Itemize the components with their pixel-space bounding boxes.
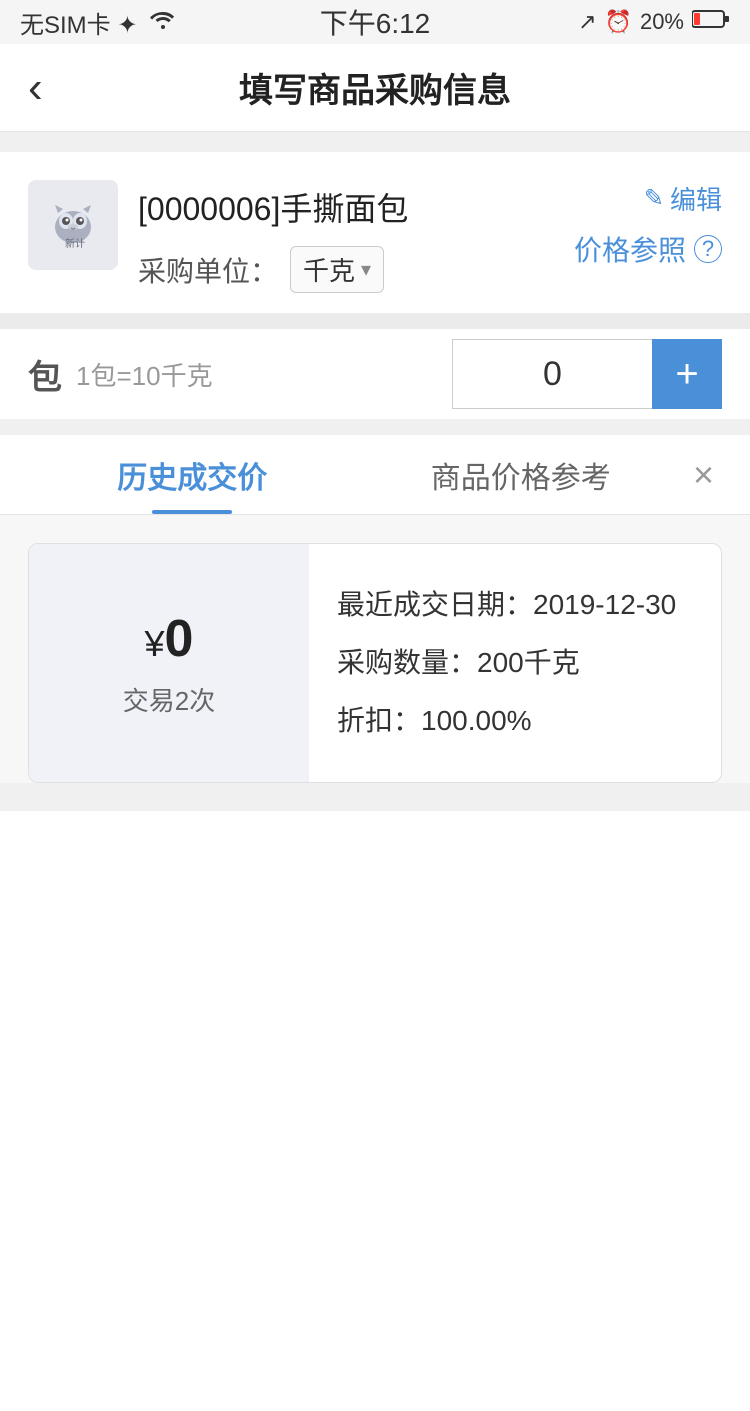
history-price: ¥0 xyxy=(145,609,194,669)
tabs-panel: 历史成交价 商品价格参考 × ¥0 交易2次 最近成交日期：2019-12-30… xyxy=(0,435,750,783)
svg-text:新计: 新计 xyxy=(65,237,85,250)
product-unit-row: 采购单位： 千克 ▾ xyxy=(138,246,408,293)
history-card: ¥0 交易2次 最近成交日期：2019-12-30 采购数量：200千克 折扣：… xyxy=(28,543,722,783)
status-bar: 无SIM卡 ✦ 下午6:12 ↗ ⏰ 20% xyxy=(0,0,750,44)
dropdown-arrow-icon: ▾ xyxy=(361,257,371,282)
help-icon: ? xyxy=(694,235,722,263)
trade-count: 交易2次 xyxy=(123,681,215,718)
quantity-row: 包 1包=10千克 0 + xyxy=(0,329,750,419)
quantity-label: 包 1包=10千克 xyxy=(28,350,452,399)
product-name: [0000006]手撕面包 xyxy=(138,184,408,230)
alarm-icon: ⏰ xyxy=(605,9,632,35)
history-card-right: 最近成交日期：2019-12-30 采购数量：200千克 折扣：100.00% xyxy=(309,544,721,782)
page-title: 填写商品采购信息 xyxy=(239,63,511,112)
product-left: 新计 [0000006]手撕面包 采购单位： 千克 ▾ xyxy=(28,180,408,293)
history-card-left: ¥0 交易2次 xyxy=(29,544,309,782)
status-left: 无SIM卡 ✦ xyxy=(20,5,179,40)
price-ref-right: ✎ 编辑 价格参照 ? xyxy=(574,180,722,269)
close-panel-button[interactable]: × xyxy=(685,454,722,496)
status-time: 下午6:12 xyxy=(320,2,431,42)
battery-icon xyxy=(692,8,730,36)
edit-icon: ✎ xyxy=(644,184,664,213)
product-card: 新计 [0000006]手撕面包 采购单位： 千克 ▾ ✎ 编辑 xyxy=(0,152,750,313)
recent-date-row: 最近成交日期：2019-12-30 xyxy=(337,584,693,626)
battery-percent: 20% xyxy=(640,9,684,35)
qty-conversion: 1包=10千克 xyxy=(76,356,213,393)
quantity-input-group: 0 + xyxy=(452,339,722,409)
unit-label: 采购单位： xyxy=(138,250,278,290)
purchase-qty-row: 采购数量：200千克 xyxy=(337,642,693,684)
bottom-space xyxy=(0,811,750,1411)
tabs-header: 历史成交价 商品价格参考 × xyxy=(0,435,750,515)
quantity-plus-button[interactable]: + xyxy=(652,339,722,409)
tab-price-ref[interactable]: 商品价格参考 xyxy=(356,435,684,514)
nav-bar: ‹ 填写商品采购信息 xyxy=(0,44,750,132)
tab-underline xyxy=(152,510,232,514)
quantity-input[interactable]: 0 xyxy=(452,339,652,409)
wifi-icon xyxy=(147,7,179,38)
status-right: ↗ ⏰ 20% xyxy=(578,8,730,36)
tab-history-price[interactable]: 历史成交价 xyxy=(28,435,356,514)
price-ref-button[interactable]: 价格参照 ? xyxy=(574,229,722,269)
section-divider xyxy=(0,313,750,329)
unit-select[interactable]: 千克 ▾ xyxy=(290,246,384,293)
carrier-text: 无SIM卡 ✦ xyxy=(20,5,137,40)
product-info: [0000006]手撕面包 采购单位： 千克 ▾ xyxy=(138,180,408,293)
discount-row: 折扣：100.00% xyxy=(337,700,693,742)
location-icon: ↗ xyxy=(578,9,596,35)
product-header: 新计 [0000006]手撕面包 采购单位： 千克 ▾ ✎ 编辑 xyxy=(28,180,722,293)
back-button[interactable]: ‹ xyxy=(28,66,43,110)
unit-value: 千克 xyxy=(303,251,355,288)
product-thumbnail: 新计 xyxy=(28,180,118,270)
qty-unit-badge: 包 xyxy=(28,350,62,399)
edit-button[interactable]: ✎ 编辑 xyxy=(644,180,722,217)
